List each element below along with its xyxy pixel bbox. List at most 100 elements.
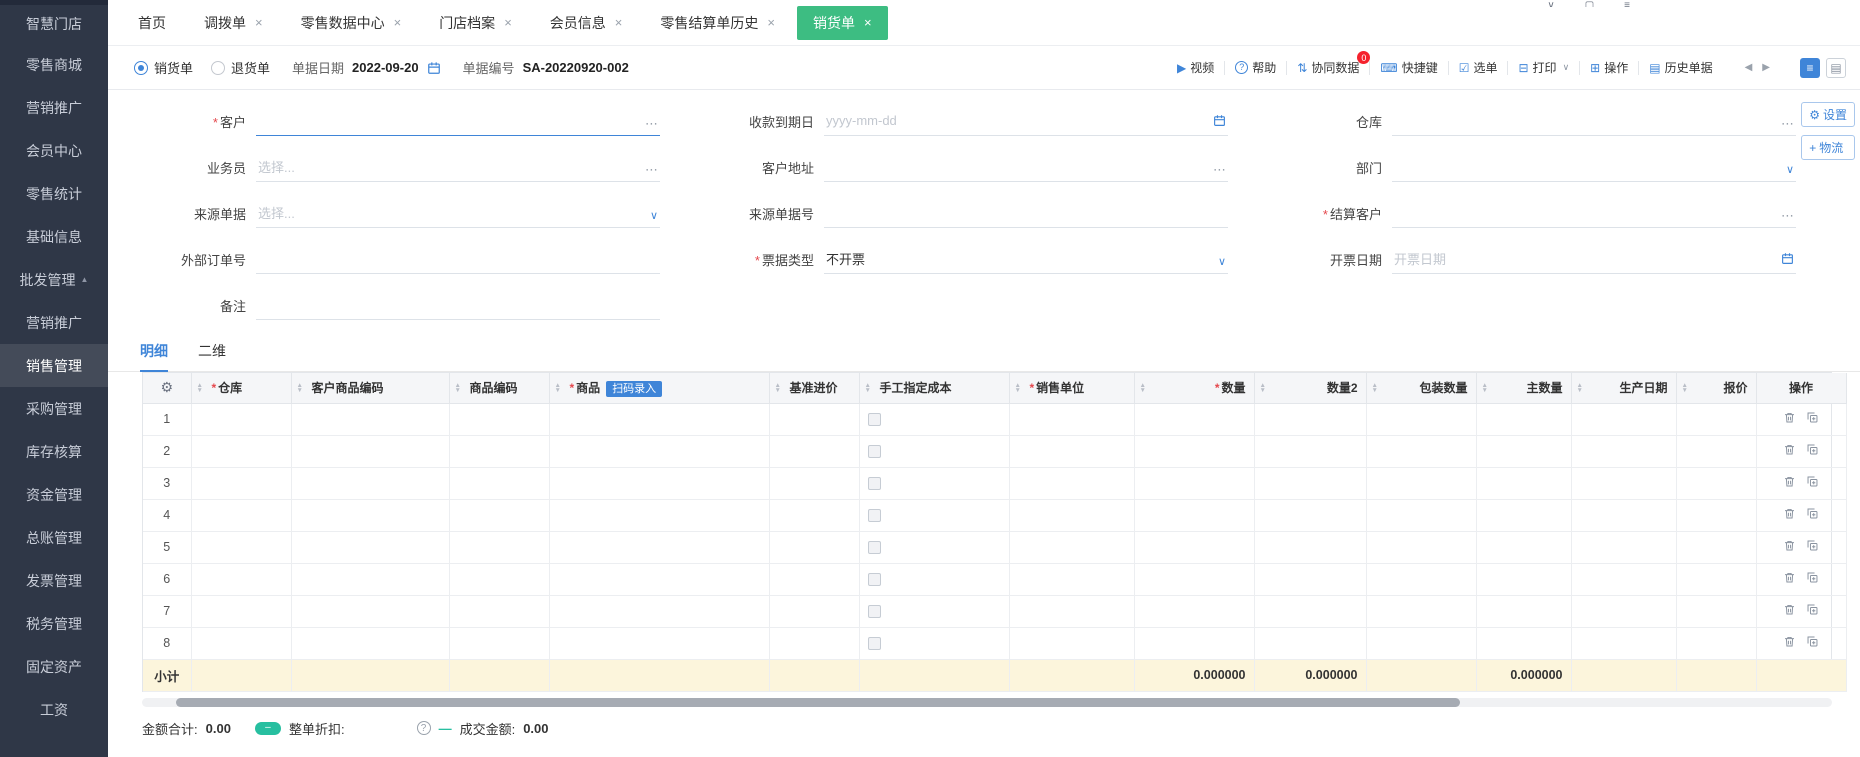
delete-row-icon[interactable] bbox=[1783, 635, 1796, 651]
field-input-13[interactable] bbox=[256, 290, 660, 320]
toolbar-action-3[interactable]: ⇅ 协同数据 0 bbox=[1297, 51, 1371, 76]
manual-cost-checkbox[interactable] bbox=[867, 605, 881, 619]
close-icon[interactable]: × bbox=[394, 16, 402, 29]
cell-unit[interactable] bbox=[1009, 435, 1135, 468]
cell-unit[interactable] bbox=[1009, 563, 1135, 596]
sidebar-item-14[interactable]: 发票管理 bbox=[0, 559, 108, 602]
cell-base_price[interactable] bbox=[769, 627, 860, 660]
cell-qty2[interactable] bbox=[1254, 563, 1367, 596]
cell-cust_code[interactable] bbox=[291, 627, 450, 660]
sort-icon[interactable]: ▲ ▼ bbox=[775, 382, 781, 394]
help-circle-icon[interactable]: ? bbox=[416, 721, 431, 735]
cell-quote[interactable] bbox=[1676, 403, 1757, 436]
sidebar-item-7[interactable]: 批发管理 ▲ bbox=[0, 258, 108, 301]
cell-unit[interactable] bbox=[1009, 531, 1135, 564]
delete-row-icon[interactable] bbox=[1783, 411, 1796, 427]
cell-qty2[interactable] bbox=[1254, 499, 1367, 532]
cell-product[interactable] bbox=[549, 627, 770, 660]
sort-icon[interactable]: ▲ ▼ bbox=[1482, 382, 1488, 394]
scan-entry-button[interactable]: 扫码录入 bbox=[606, 381, 663, 398]
cell-prod_date[interactable] bbox=[1571, 499, 1677, 532]
cell-base_price[interactable] bbox=[769, 531, 860, 564]
tab-detail[interactable]: 明细 bbox=[140, 341, 168, 372]
cell-main_qty[interactable] bbox=[1476, 467, 1572, 500]
logistics-button[interactable]: + 物流 bbox=[1801, 135, 1855, 160]
cell-main_qty[interactable] bbox=[1476, 435, 1572, 468]
cell-warehouse[interactable] bbox=[191, 595, 292, 628]
cell-prod_date[interactable] bbox=[1571, 595, 1677, 628]
copy-row-icon[interactable] bbox=[1806, 603, 1819, 619]
tab-4[interactable]: 门店档案 × bbox=[423, 6, 528, 40]
tab-3[interactable]: 零售数据中心 × bbox=[285, 6, 418, 40]
ellipsis-picker-icon[interactable]: ⋯ bbox=[1781, 117, 1794, 130]
sidebar-item-17[interactable]: 工资 bbox=[0, 688, 108, 731]
toolbar-action-6[interactable]: ⊟ 打印 ∨ bbox=[1518, 59, 1569, 76]
cell-qty[interactable] bbox=[1134, 627, 1255, 660]
cell-quote[interactable] bbox=[1676, 531, 1757, 564]
cell-unit[interactable] bbox=[1009, 467, 1135, 500]
cell-qty2[interactable] bbox=[1254, 531, 1367, 564]
delete-row-icon[interactable] bbox=[1783, 507, 1796, 523]
cell-qty2[interactable] bbox=[1254, 435, 1367, 468]
cell-cust_code[interactable] bbox=[291, 467, 450, 500]
cell-code[interactable] bbox=[449, 467, 550, 500]
copy-row-icon[interactable] bbox=[1806, 411, 1819, 427]
col-header-quote[interactable]: ▲ ▼ 报价 bbox=[1676, 373, 1757, 404]
ellipsis-picker-icon[interactable]: ⋯ bbox=[1213, 163, 1226, 176]
sidebar-item-8[interactable]: 营销推广 bbox=[0, 301, 108, 344]
cell-code[interactable] bbox=[449, 403, 550, 436]
cell-pack_qty[interactable] bbox=[1366, 499, 1477, 532]
calendar-icon[interactable] bbox=[1213, 114, 1226, 129]
cell-main_qty[interactable] bbox=[1476, 531, 1572, 564]
sidebar-item-15[interactable]: 税务管理 bbox=[0, 602, 108, 645]
sidebar-item-12[interactable]: 资金管理 bbox=[0, 473, 108, 516]
cell-code[interactable] bbox=[449, 627, 550, 660]
cell-prod_date[interactable] bbox=[1571, 435, 1677, 468]
cell-qty2[interactable] bbox=[1254, 627, 1367, 660]
field-input-2[interactable]: yyyy-mm-dd bbox=[824, 106, 1228, 136]
toolbar-action-8[interactable]: ▤ 历史单据 bbox=[1649, 59, 1712, 76]
cell-product[interactable] bbox=[549, 467, 770, 500]
cell-prod_date[interactable] bbox=[1571, 563, 1677, 596]
col-header-unit[interactable]: ▲ ▼ * 销售单位 bbox=[1009, 373, 1135, 404]
cell-product[interactable] bbox=[549, 403, 770, 436]
copy-row-icon[interactable] bbox=[1806, 539, 1819, 555]
cell-quote[interactable] bbox=[1676, 595, 1757, 628]
tab-6[interactable]: 零售结算单历史 × bbox=[644, 6, 791, 40]
cell-quote[interactable] bbox=[1676, 627, 1757, 660]
sort-icon[interactable]: ▲ ▼ bbox=[297, 382, 303, 394]
sort-icon[interactable]: ▲ ▼ bbox=[1140, 382, 1146, 394]
sidebar-item-2[interactable]: 零售商城 bbox=[0, 43, 108, 86]
field-input-5[interactable]: ⋯ bbox=[824, 152, 1228, 182]
cell-base_price[interactable] bbox=[769, 435, 860, 468]
cell-main_qty[interactable] bbox=[1476, 627, 1572, 660]
toolbar-action-5[interactable]: ☑ 选单 bbox=[1459, 59, 1498, 76]
cell-prod_date[interactable] bbox=[1571, 627, 1677, 660]
cell-product[interactable] bbox=[549, 531, 770, 564]
tab-1[interactable]: 首页 bbox=[122, 6, 182, 40]
sidebar-item-11[interactable]: 库存核算 bbox=[0, 430, 108, 473]
sort-icon[interactable]: ▲ ▼ bbox=[555, 382, 561, 394]
cell-qty[interactable] bbox=[1134, 403, 1255, 436]
copy-row-icon[interactable] bbox=[1806, 507, 1819, 523]
sort-icon[interactable]: ▲ ▼ bbox=[1015, 382, 1021, 394]
cell-prod_date[interactable] bbox=[1571, 467, 1677, 500]
chevron-down-icon[interactable]: ∨ bbox=[650, 211, 658, 222]
tab-2d[interactable]: 二维 bbox=[198, 341, 226, 371]
gear-icon[interactable]: ⚙ bbox=[160, 379, 173, 395]
sort-icon[interactable]: ▲ ▼ bbox=[197, 382, 203, 394]
cell-qty2[interactable] bbox=[1254, 467, 1367, 500]
field-input-3[interactable]: ⋯ bbox=[1392, 106, 1796, 136]
manual-cost-checkbox[interactable] bbox=[867, 637, 881, 651]
cell-base_price[interactable] bbox=[769, 499, 860, 532]
field-input-12[interactable]: 开票日期 bbox=[1392, 244, 1796, 274]
toolbar-action-4[interactable]: ⌨ 快捷键 bbox=[1380, 59, 1437, 76]
cell-cust_code[interactable] bbox=[291, 499, 450, 532]
radio-return-order[interactable]: 退货单 bbox=[211, 58, 270, 77]
sidebar-item-16[interactable]: 固定资产 bbox=[0, 645, 108, 688]
toolbar-action-1[interactable]: ▶ 视频 bbox=[1177, 59, 1214, 76]
cell-product[interactable] bbox=[549, 563, 770, 596]
field-input-8[interactable] bbox=[824, 198, 1228, 228]
grid-view-toggle[interactable]: ▤ bbox=[1826, 57, 1846, 78]
sort-icon[interactable]: ▲ ▼ bbox=[1260, 382, 1266, 394]
